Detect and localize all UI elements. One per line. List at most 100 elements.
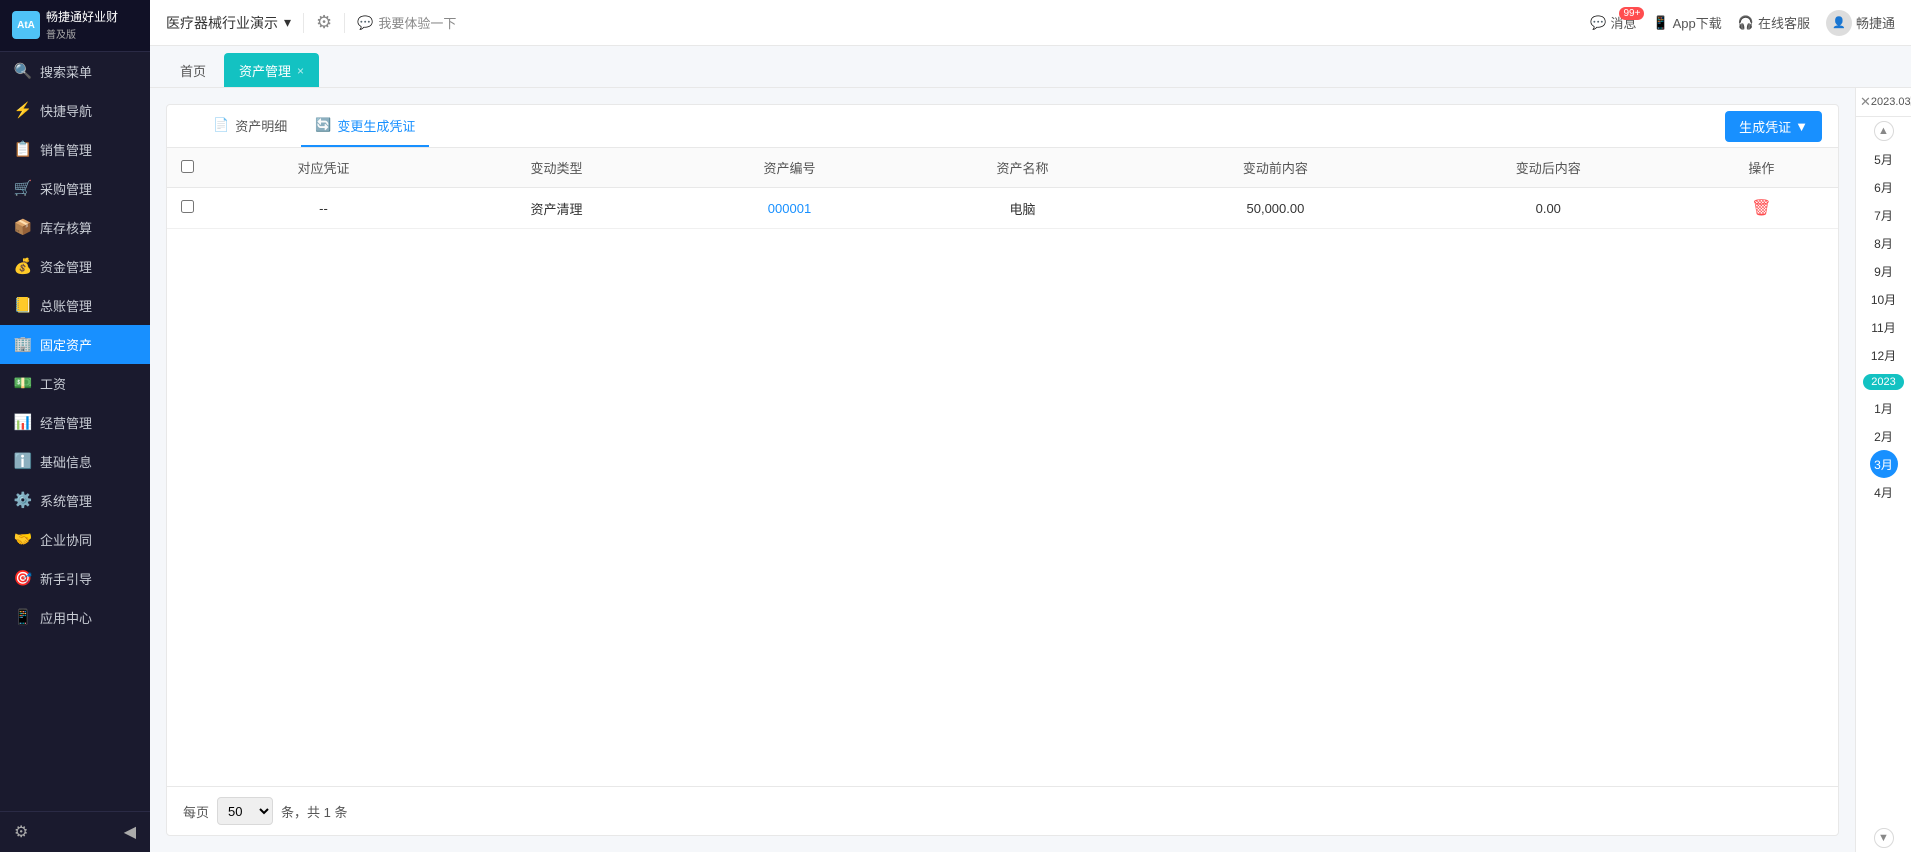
calendar-year-2023[interactable]: 2023 <box>1863 374 1903 390</box>
table-wrap: 对应凭证 变动类型 资产编号 资产名称 变动前内容 变动后内容 操作 <box>167 148 1838 786</box>
calendar-up-btn[interactable]: ▲ <box>1874 121 1894 141</box>
card-tab-asset-list-label: 资产明细 <box>235 116 287 135</box>
asset-list-icon: 📄 <box>213 117 229 133</box>
calendar-month-mar[interactable]: 3月 <box>1870 450 1898 478</box>
sidebar-item-label: 固定资产 <box>40 335 92 354</box>
collapse-icon[interactable]: ◀ <box>124 822 136 842</box>
total-label: 条，共 1 条 <box>281 802 347 821</box>
tab-asset-management[interactable]: 资产管理 × <box>224 53 319 87</box>
tab-home-label: 首页 <box>180 61 206 80</box>
settings-bottom-icon[interactable]: ⚙ <box>14 822 28 842</box>
calendar-panel: ✕ 2023.03 ⛶ ▲ 5月 6月 7月 8月 9月 10月 11月 12月… <box>1855 88 1911 852</box>
card-tabs: 📄 资产明细 🔄 变更生成凭证 <box>183 105 1725 147</box>
cell-before-value: 50,000.00 <box>1139 188 1412 229</box>
pagination: 每页 10 20 50 100 条，共 1 条 <box>167 786 1838 835</box>
sidebar-item-payroll[interactable]: 💵 工资 <box>0 364 150 403</box>
col-header-before: 变动前内容 <box>1139 148 1412 188</box>
table-row: -- 资产清理 000001 电脑 50,000.00 0.00 🗑 <box>167 188 1838 229</box>
customer-service-icon: 🎧 <box>1738 15 1754 31</box>
delete-row-btn[interactable]: 🗑 <box>1751 198 1771 218</box>
feedback-label: 我要体验一下 <box>378 13 456 32</box>
sidebar-item-operations[interactable]: 📊 经营管理 <box>0 403 150 442</box>
sidebar-item-guide[interactable]: 🎯 新手引导 <box>0 559 150 598</box>
enterprise-icon: 🤝 <box>14 530 32 548</box>
message-icon: 💬 <box>1590 15 1606 31</box>
row-checkbox-cell <box>167 188 207 229</box>
calendar-nav-up[interactable]: ▲ <box>1856 117 1911 145</box>
calendar-month-apr[interactable]: 4月 <box>1856 478 1911 506</box>
sidebar-item-app-center[interactable]: 📱 应用中心 <box>0 598 150 637</box>
logo-icon: AtA <box>12 11 40 39</box>
card-tab-change-voucher[interactable]: 🔄 变更生成凭证 <box>301 105 429 147</box>
calendar-month-jan[interactable]: 1月 <box>1856 394 1911 422</box>
system-icon: ⚙️ <box>14 491 32 509</box>
change-voucher-icon: 🔄 <box>315 117 331 133</box>
feedback-icon: 💬 <box>357 15 373 31</box>
topbar: 医疗器械行业演示 ▾ ⚙ 💬 我要体验一下 💬 消息 99+ 📱 App下载 🎧… <box>150 0 1911 46</box>
operations-icon: 📊 <box>14 413 32 431</box>
card-tab-asset-list[interactable]: 📄 资产明细 <box>199 105 301 147</box>
calendar-month-dec[interactable]: 12月 <box>1856 341 1911 369</box>
guide-icon: 🎯 <box>14 569 32 587</box>
col-header-change-type: 变动类型 <box>440 148 673 188</box>
calendar-month-jul[interactable]: 7月 <box>1856 201 1911 229</box>
main-area: 医疗器械行业演示 ▾ ⚙ 💬 我要体验一下 💬 消息 99+ 📱 App下载 🎧… <box>150 0 1911 852</box>
sidebar-item-fixed-assets[interactable]: 🏢 固定资产 <box>0 325 150 364</box>
main-card: 📄 资产明细 🔄 变更生成凭证 生成凭证 ▼ <box>166 104 1839 836</box>
calendar-month-oct[interactable]: 10月 <box>1856 285 1911 313</box>
col-header-after: 变动后内容 <box>1412 148 1685 188</box>
col-header-asset-name: 资产名称 <box>906 148 1139 188</box>
user-label: 畅捷通 <box>1856 13 1895 32</box>
sidebar-item-inventory[interactable]: 📦 库存核算 <box>0 208 150 247</box>
message-btn[interactable]: 💬 消息 99+ <box>1590 13 1636 32</box>
sidebar-item-label: 系统管理 <box>40 491 92 510</box>
sidebar-item-label: 搜索菜单 <box>40 62 92 81</box>
cell-asset-name: 电脑 <box>906 188 1139 229</box>
calendar-month-feb[interactable]: 2月 <box>1856 422 1911 450</box>
select-all-checkbox[interactable] <box>181 160 194 173</box>
company-name: 医疗器械行业演示 <box>166 13 278 33</box>
finance-icon: 💰 <box>14 257 32 275</box>
sidebar-item-search[interactable]: 🔍 搜索菜单 <box>0 52 150 91</box>
sidebar-bottom: ⚙ ◀ <box>0 811 150 852</box>
customer-service-label: 在线客服 <box>1758 13 1810 32</box>
calendar-nav-down[interactable]: ▼ <box>1856 824 1911 852</box>
inventory-icon: 📦 <box>14 218 32 236</box>
settings-icon[interactable]: ⚙ <box>316 12 332 33</box>
sidebar-item-finance[interactable]: 💰 资金管理 <box>0 247 150 286</box>
calendar-month-aug[interactable]: 8月 <box>1856 229 1911 257</box>
sidebar-item-enterprise[interactable]: 🤝 企业协同 <box>0 520 150 559</box>
calendar-month-nov[interactable]: 11月 <box>1856 313 1911 341</box>
col-header-voucher: 对应凭证 <box>207 148 440 188</box>
cell-action: 🗑 <box>1685 188 1838 229</box>
sidebar-item-label: 新手引导 <box>40 569 92 588</box>
calendar-month-sep[interactable]: 9月 <box>1856 257 1911 285</box>
tab-home[interactable]: 首页 <box>166 53 220 87</box>
user-menu[interactable]: 👤 畅捷通 <box>1826 10 1895 36</box>
per-page-label: 每页 <box>183 802 209 821</box>
calendar-month-jun[interactable]: 6月 <box>1856 173 1911 201</box>
cell-voucher: -- <box>207 188 440 229</box>
sidebar-item-quick-nav[interactable]: ⚡ 快捷导航 <box>0 91 150 130</box>
app-download-btn[interactable]: 📱 App下载 <box>1652 13 1721 32</box>
company-selector[interactable]: 医疗器械行业演示 ▾ <box>166 13 291 33</box>
calendar-down-btn[interactable]: ▼ <box>1874 828 1894 848</box>
calendar-month-may[interactable]: 5月 <box>1856 145 1911 173</box>
sidebar-item-sales[interactable]: 📋 销售管理 <box>0 130 150 169</box>
row-checkbox[interactable] <box>181 200 194 213</box>
generate-voucher-btn[interactable]: 生成凭证 ▼ <box>1725 111 1822 142</box>
sidebar-item-ledger[interactable]: 📒 总账管理 <box>0 286 150 325</box>
feedback-btn[interactable]: 💬 我要体验一下 <box>357 13 456 32</box>
sidebar-item-system[interactable]: ⚙️ 系统管理 <box>0 481 150 520</box>
sidebar-item-label: 总账管理 <box>40 296 92 315</box>
tab-close-icon[interactable]: × <box>297 64 304 78</box>
sidebar-item-label: 采购管理 <box>40 179 92 198</box>
quick-nav-icon: ⚡ <box>14 101 32 119</box>
sidebar-item-purchase[interactable]: 🛒 采购管理 <box>0 169 150 208</box>
calendar-close-icon[interactable]: ✕ <box>1860 94 1871 110</box>
per-page-select[interactable]: 10 20 50 100 <box>217 797 273 825</box>
customer-service-btn[interactable]: 🎧 在线客服 <box>1738 13 1810 32</box>
logo-subtitle: 普及版 <box>46 26 118 41</box>
payroll-icon: 💵 <box>14 374 32 392</box>
sidebar-item-basic-info[interactable]: ℹ️ 基础信息 <box>0 442 150 481</box>
